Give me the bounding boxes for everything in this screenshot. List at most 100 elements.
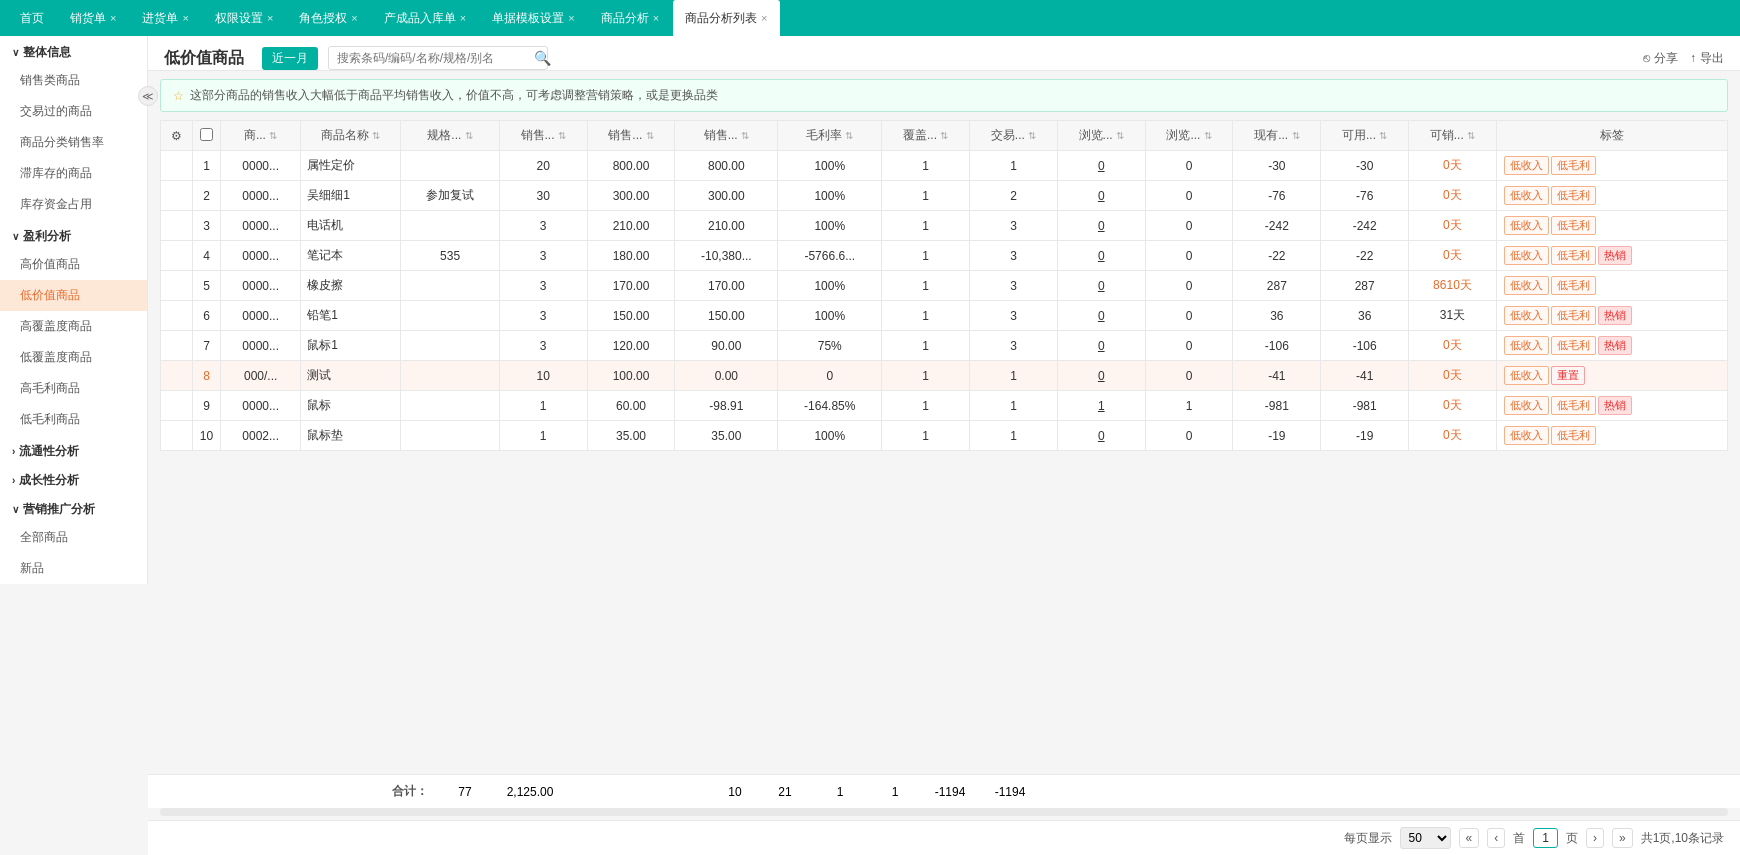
- table-row: 4 0000... 笔记本 535 3 180.00 -10,380... -5…: [161, 241, 1728, 271]
- cell-empty: [161, 301, 193, 331]
- search-input[interactable]: [328, 46, 548, 70]
- nav-role[interactable]: 角色授权 ×: [287, 0, 369, 36]
- sidebar-item-category-sales[interactable]: 商品分类销售率: [0, 127, 147, 158]
- sidebar-group-liquidity[interactable]: › 流通性分析: [0, 435, 147, 464]
- cell-trade: 1: [970, 361, 1058, 391]
- sidebar-item-low-coverage[interactable]: 低覆盖度商品: [0, 342, 147, 373]
- nav-product-analysis[interactable]: 商品分析 ×: [589, 0, 671, 36]
- cell-tags: 低收入低毛利: [1496, 181, 1727, 211]
- col-gear[interactable]: ⚙: [161, 121, 193, 151]
- cell-tags: 低收入低毛利热销: [1496, 241, 1727, 271]
- sidebar-container: ∨ 整体信息 销售类商品 交易过的商品 商品分类销售率 滞库存的商品 库存资金占…: [0, 36, 148, 855]
- sidebar-item-low-value[interactable]: 低价值商品: [0, 280, 147, 311]
- sidebar-item-new-goods[interactable]: 新品: [0, 553, 147, 584]
- nav-template[interactable]: 单据模板设置 ×: [480, 0, 586, 36]
- cell-name: 鼠标1: [301, 331, 401, 361]
- cell-browse1: 0: [1057, 211, 1145, 241]
- cell-empty: [161, 391, 193, 421]
- nav-sales[interactable]: 销货单 ×: [58, 0, 128, 36]
- cell-s3: -10,380...: [675, 241, 778, 271]
- cell-browse2: 0: [1145, 301, 1233, 331]
- cell-trade: 3: [970, 211, 1058, 241]
- last-page-btn[interactable]: »: [1612, 828, 1633, 848]
- sidebar-item-all-goods[interactable]: 全部商品: [0, 522, 147, 553]
- content-header: 低价值商品 近一月 🔍 ⎋ 分享 ↑ 导出: [148, 36, 1740, 71]
- table-row: 9 0000... 鼠标 1 60.00 -98.91 -164.85% 1 1…: [161, 391, 1728, 421]
- sidebar-collapse-btn[interactable]: ≪: [138, 86, 158, 106]
- nav-sales-close[interactable]: ×: [110, 12, 116, 24]
- page-label2: 页: [1566, 830, 1578, 847]
- sidebar-item-high-margin[interactable]: 高毛利商品: [0, 373, 147, 404]
- nav-template-close[interactable]: ×: [568, 12, 574, 24]
- share-btn[interactable]: ⎋ 分享: [1643, 50, 1678, 67]
- sidebar-group-marketing[interactable]: ∨ 营销推广分析: [0, 493, 147, 522]
- select-all-checkbox[interactable]: [200, 128, 213, 141]
- nav-role-close[interactable]: ×: [351, 12, 357, 24]
- sidebar-group-profit[interactable]: ∨ 盈利分析: [0, 220, 147, 249]
- cell-browse1: 0: [1057, 301, 1145, 331]
- export-btn[interactable]: ↑ 导出: [1690, 50, 1724, 67]
- footer-s2: 2,125.00: [490, 785, 570, 799]
- horizontal-scrollbar[interactable]: [160, 808, 1728, 816]
- sidebar-item-traded-goods[interactable]: 交易过的商品: [0, 96, 147, 127]
- tag-badge: 低收入: [1504, 276, 1549, 295]
- first-page-btn[interactable]: «: [1459, 828, 1480, 848]
- sidebar-item-high-coverage[interactable]: 高覆盖度商品: [0, 311, 147, 342]
- col-browse2: 浏览... ⇅: [1145, 121, 1233, 151]
- cell-name: 橡皮擦: [301, 271, 401, 301]
- tag-badge: 热销: [1598, 306, 1632, 325]
- time-btn[interactable]: 近一月: [262, 47, 318, 70]
- per-page-select[interactable]: 50 100: [1400, 827, 1451, 849]
- cell-s2: 180.00: [587, 241, 675, 271]
- cell-code: 0000...: [221, 391, 301, 421]
- cell-stock1: -41: [1233, 361, 1321, 391]
- nav-stock-in-close[interactable]: ×: [460, 12, 466, 24]
- cell-empty: [161, 421, 193, 451]
- nav-permission[interactable]: 权限设置 ×: [203, 0, 285, 36]
- col-stock1: 现有... ⇅: [1233, 121, 1321, 151]
- sidebar-item-slow-moving[interactable]: 滞库存的商品: [0, 158, 147, 189]
- col-s1: 销售... ⇅: [499, 121, 587, 151]
- cell-s3: 0.00: [675, 361, 778, 391]
- cell-s1: 1: [499, 421, 587, 451]
- cell-empty: [161, 241, 193, 271]
- cell-cov: 1: [882, 271, 970, 301]
- chevron-growth: ›: [12, 475, 15, 486]
- tag-badge: 低毛利: [1551, 216, 1596, 235]
- prev-page-btn[interactable]: ‹: [1487, 828, 1505, 848]
- nav-purchase[interactable]: 进货单 ×: [130, 0, 200, 36]
- tag-badge: 低收入: [1504, 186, 1549, 205]
- nav-product-analysis-close[interactable]: ×: [653, 12, 659, 24]
- table-row: 10 0002... 鼠标垫 1 35.00 35.00 100% 1 1 0 …: [161, 421, 1728, 451]
- tag-badge: 低收入: [1504, 336, 1549, 355]
- col-checkbox[interactable]: [193, 121, 221, 151]
- search-icon[interactable]: 🔍: [534, 50, 551, 66]
- cell-browse2: 0: [1145, 151, 1233, 181]
- sidebar-item-sales-goods[interactable]: 销售类商品: [0, 65, 147, 96]
- nav-purchase-close[interactable]: ×: [182, 12, 188, 24]
- nav-permission-close[interactable]: ×: [267, 12, 273, 24]
- cell-name: 测试: [301, 361, 401, 391]
- nav-product-analysis-list-close[interactable]: ×: [761, 12, 767, 24]
- cell-s2: 35.00: [587, 421, 675, 451]
- sidebar-item-high-value[interactable]: 高价值商品: [0, 249, 147, 280]
- cell-seq: 1: [193, 151, 221, 181]
- sidebar-item-low-margin[interactable]: 低毛利商品: [0, 404, 147, 435]
- cell-cov: 1: [882, 421, 970, 451]
- nav-home[interactable]: 首页: [8, 0, 56, 36]
- sidebar-group-growth[interactable]: › 成长性分析: [0, 464, 147, 493]
- sidebar-item-stock-capital[interactable]: 库存资金占用: [0, 189, 147, 220]
- nav-product-analysis-list[interactable]: 商品分析列表 ×: [673, 0, 779, 36]
- cell-code: 0000...: [221, 241, 301, 271]
- next-page-btn[interactable]: ›: [1586, 828, 1604, 848]
- total-label: 共1页,10条记录: [1641, 830, 1724, 847]
- cell-s3: 35.00: [675, 421, 778, 451]
- sidebar-group-overall[interactable]: ∨ 整体信息: [0, 36, 147, 65]
- table-wrapper[interactable]: ⚙ 商... ⇅ 商品名称 ⇅ 规格... ⇅ 销售... ⇅ 销售... ⇅ …: [160, 120, 1728, 774]
- cell-browse1: 0: [1057, 241, 1145, 271]
- cell-s2: 210.00: [587, 211, 675, 241]
- cell-code: 0002...: [221, 421, 301, 451]
- cell-name: 鼠标垫: [301, 421, 401, 451]
- footer-values: 77 2,125.00 10 21 1 1 -1194 -1194: [440, 785, 1728, 799]
- nav-stock-in[interactable]: 产成品入库单 ×: [372, 0, 478, 36]
